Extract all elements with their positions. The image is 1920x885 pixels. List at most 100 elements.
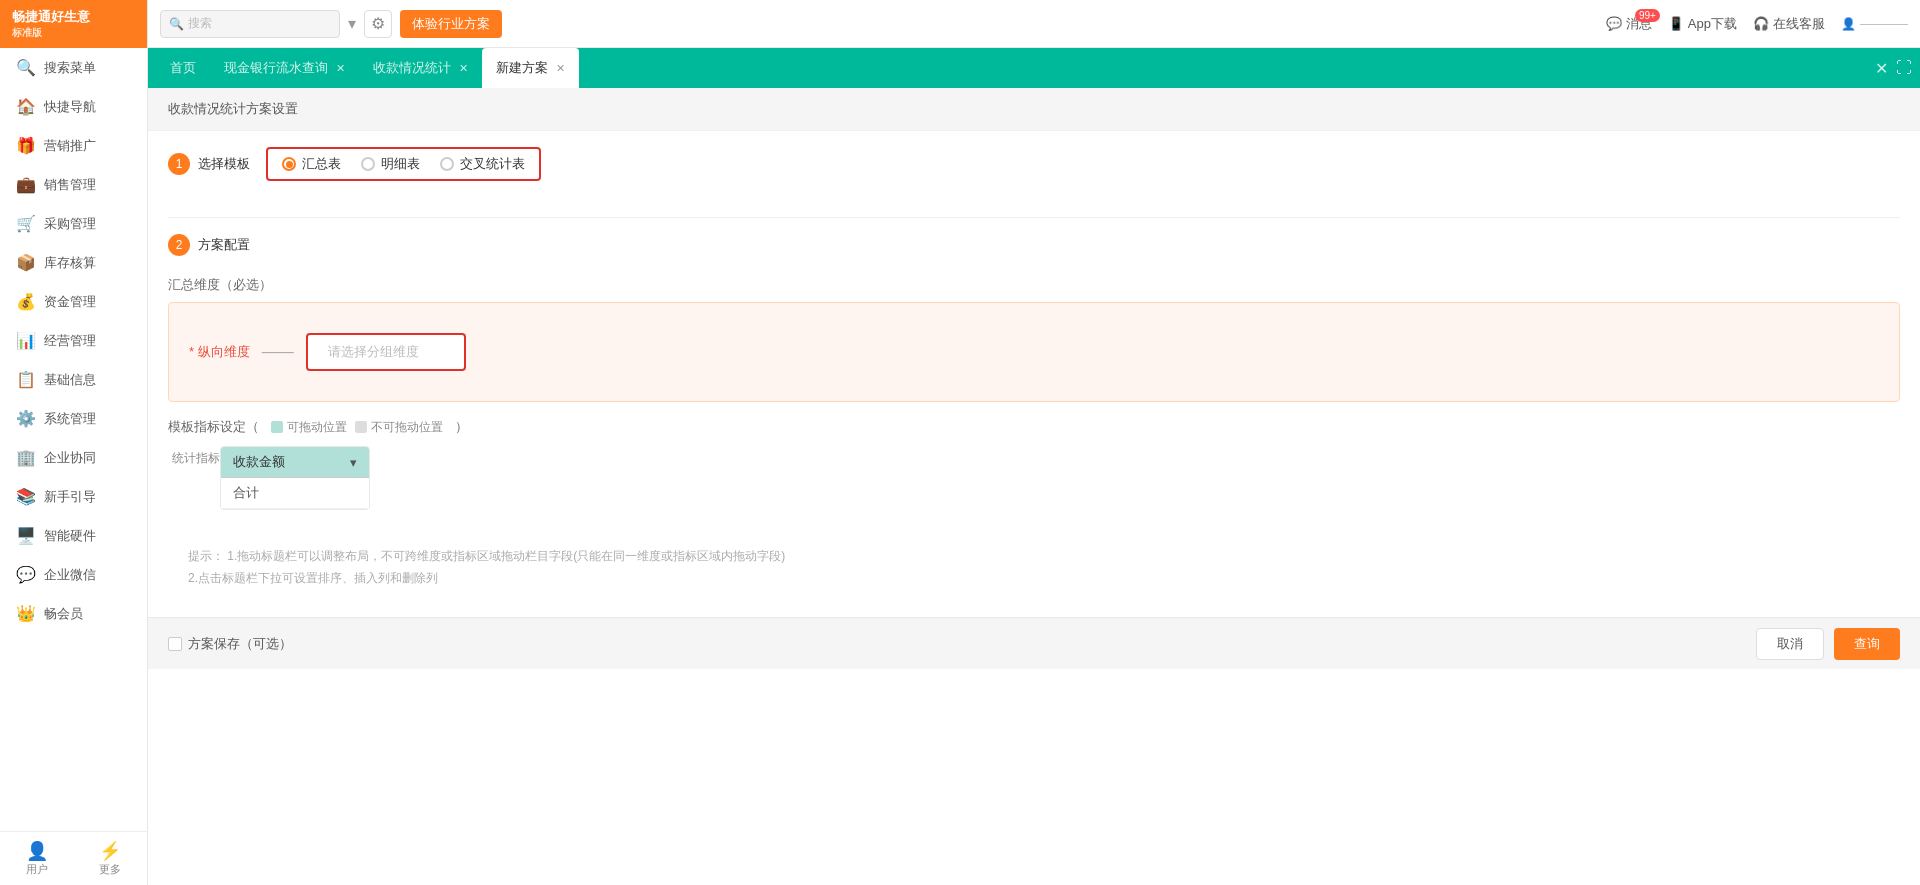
- user-info[interactable]: 👤 ————: [1841, 17, 1908, 31]
- search-icon: 🔍: [16, 58, 36, 77]
- dropdown-arrow-icon[interactable]: ▾: [348, 14, 356, 33]
- sidebar-item-label: 畅会员: [44, 605, 83, 623]
- settings-icon: ⚡: [99, 840, 121, 862]
- sidebar-item-newbie[interactable]: 📚 新手引导: [0, 477, 147, 516]
- tab-receipts[interactable]: 收款情况统计 ✕: [359, 48, 482, 88]
- dimension-row: * 纵向维度 —— 请选择分组维度: [189, 333, 466, 371]
- step1-number: 1: [168, 153, 190, 175]
- sidebar-item-label: 新手引导: [44, 488, 96, 506]
- sidebar-bottom: 👤 用户 ⚡ 更多: [0, 831, 147, 885]
- sidebar-item-marketing[interactable]: 🎁 营销推广: [0, 126, 147, 165]
- hardware-icon: 🖥️: [16, 526, 36, 545]
- download-label: App下载: [1688, 15, 1737, 33]
- sidebar-item-label: 企业微信: [44, 566, 96, 584]
- step2-number: 2: [168, 234, 190, 256]
- inventory-icon: 📦: [16, 253, 36, 272]
- online-service-button[interactable]: 🎧 在线客服: [1753, 15, 1825, 33]
- sidebar-item-search[interactable]: 🔍 搜索菜单: [0, 48, 147, 87]
- indicator-category-header: 统计指标: [168, 446, 220, 471]
- tab-cashbank[interactable]: 现金银行流水查询 ✕: [210, 48, 359, 88]
- main-area: 🔍 搜索 ▾ ⚙ 体验行业方案 💬 99+ 消息 📱 App下载 🎧 在线客服 …: [148, 0, 1920, 885]
- indicator-label-row: 模板指标设定（ 可拖动位置 不可拖动位置 ）: [168, 418, 1900, 436]
- tips-section: 提示： 1.拖动标题栏可以调整布局，不可跨维度或指标区域拖动栏目字段(只能在同一…: [168, 534, 1900, 601]
- radio-summary[interactable]: 汇总表: [282, 155, 341, 173]
- sidebar-item-label: 采购管理: [44, 215, 96, 233]
- maximize-icon[interactable]: ⛶: [1896, 59, 1912, 77]
- sidebar-item-label: 搜索菜单: [44, 59, 96, 77]
- purchase-icon: 🛒: [16, 214, 36, 233]
- sidebar-item-member[interactable]: 👑 畅会员: [0, 594, 147, 633]
- sidebar-item-system[interactable]: ⚙️ 系统管理: [0, 399, 147, 438]
- sidebar-item-operations[interactable]: 📊 经营管理: [0, 321, 147, 360]
- dimension-area: * 纵向维度 —— 请选择分组维度: [168, 302, 1900, 402]
- sidebar-item-inventory[interactable]: 📦 库存核算: [0, 243, 147, 282]
- message-button[interactable]: 💬 99+ 消息: [1606, 15, 1652, 33]
- header-right: 💬 99+ 消息 📱 App下载 🎧 在线客服 👤 ————: [1606, 15, 1908, 33]
- sidebar-item-quicknav[interactable]: 🏠 快捷导航: [0, 87, 147, 126]
- sidebar-item-finance[interactable]: 💰 资金管理: [0, 282, 147, 321]
- draggable-legend-label: 可拖动位置: [287, 419, 347, 436]
- sidebar-item-sales[interactable]: 💼 销售管理: [0, 165, 147, 204]
- tip-line1: 提示： 1.拖动标题栏可以调整布局，不可跨维度或指标区域拖动栏目字段(只能在同一…: [188, 546, 1880, 568]
- dimension-arrow: ——: [262, 343, 294, 361]
- sidebar-item-hardware[interactable]: 🖥️ 智能硬件: [0, 516, 147, 555]
- service-label: 在线客服: [1773, 15, 1825, 33]
- system-icon: ⚙️: [16, 409, 36, 428]
- sidebar-item-label: 销售管理: [44, 176, 96, 194]
- sidebar-item-wechat[interactable]: 💬 企业微信: [0, 555, 147, 594]
- step2-label: 方案配置: [198, 236, 250, 254]
- non-draggable-legend-label: 不可拖动位置: [371, 419, 443, 436]
- tab-close-icon[interactable]: ✕: [459, 62, 468, 75]
- gear-button[interactable]: ⚙: [364, 10, 392, 38]
- app-download-button[interactable]: 📱 App下载: [1668, 15, 1737, 33]
- help-icon: 👤: [26, 840, 48, 862]
- indicator-settings-label: 模板指标设定（: [168, 418, 259, 436]
- dimension-required-label: 汇总维度（必选）: [168, 276, 1900, 294]
- indicator-total-row: 合计: [221, 478, 369, 509]
- sidebar-item-label: 库存核算: [44, 254, 96, 272]
- tab-label: 新建方案: [496, 59, 548, 77]
- save-plan-checkbox-row[interactable]: 方案保存（可选）: [168, 635, 292, 653]
- tab-bar: 首页 现金银行流水查询 ✕ 收款情况统计 ✕ 新建方案 ✕ ✕ ⛶: [148, 48, 1920, 88]
- sidebar: 畅捷通好生意 标准版 🔍 搜索菜单 🏠 快捷导航 🎁 营销推广 💼 销售管理 🛒…: [0, 0, 148, 885]
- tab-close-icon[interactable]: ✕: [336, 62, 345, 75]
- radio-circle-detail: [361, 157, 375, 171]
- sidebar-item-label: 企业协同: [44, 449, 96, 467]
- download-icon: 📱: [1668, 16, 1684, 31]
- save-plan-checkbox[interactable]: [168, 637, 182, 651]
- close-window-icon[interactable]: ✕: [1875, 59, 1888, 78]
- sidebar-item-purchase[interactable]: 🛒 采购管理: [0, 204, 147, 243]
- indicator-col-name: 收款金额: [233, 453, 285, 471]
- radio-label-detail: 明细表: [381, 155, 420, 173]
- non-draggable-legend-box: [355, 421, 367, 433]
- cancel-button[interactable]: 取消: [1756, 628, 1824, 660]
- sidebar-item-label: 快捷导航: [44, 98, 96, 116]
- step1-row: 1 选择模板 汇总表 明细表: [168, 147, 1900, 181]
- tab-close-icon[interactable]: ✕: [556, 62, 565, 75]
- sales-icon: 💼: [16, 175, 36, 194]
- radio-cross[interactable]: 交叉统计表: [440, 155, 525, 173]
- sidebar-bottom-settings[interactable]: ⚡ 更多: [74, 832, 148, 885]
- tab-home[interactable]: 首页: [156, 48, 210, 88]
- tab-newplan[interactable]: 新建方案 ✕: [482, 48, 579, 88]
- sidebar-item-basicinfo[interactable]: 📋 基础信息: [0, 360, 147, 399]
- sidebar-item-enterprise[interactable]: 🏢 企业协同: [0, 438, 147, 477]
- tab-label: 现金银行流水查询: [224, 59, 328, 77]
- radio-label-summary: 汇总表: [302, 155, 341, 173]
- step1-label: 选择模板: [198, 155, 250, 173]
- dimension-selector[interactable]: 请选择分组维度: [306, 333, 466, 371]
- industry-plan-button[interactable]: 体验行业方案: [400, 10, 502, 38]
- radio-detail[interactable]: 明细表: [361, 155, 420, 173]
- query-button[interactable]: 查询: [1834, 628, 1900, 660]
- sidebar-bottom-help[interactable]: 👤 用户: [0, 832, 74, 885]
- draggable-legend-box: [271, 421, 283, 433]
- header-search-bar[interactable]: 🔍 搜索: [160, 10, 340, 38]
- step2-row: 2 方案配置: [168, 218, 1900, 256]
- indicator-legend: 可拖动位置 不可拖动位置: [271, 419, 443, 436]
- indicator-table-wrap: 统计指标 收款金额 ▾ 合计: [168, 446, 1900, 510]
- indicator-dropdown-icon[interactable]: ▾: [350, 455, 357, 470]
- indicator-header-row[interactable]: 收款金额 ▾: [221, 447, 369, 478]
- vertical-dim-label: * 纵向维度: [189, 343, 250, 361]
- home-icon: 🏠: [16, 97, 36, 116]
- page-breadcrumb: 收款情况统计方案设置: [148, 88, 1920, 131]
